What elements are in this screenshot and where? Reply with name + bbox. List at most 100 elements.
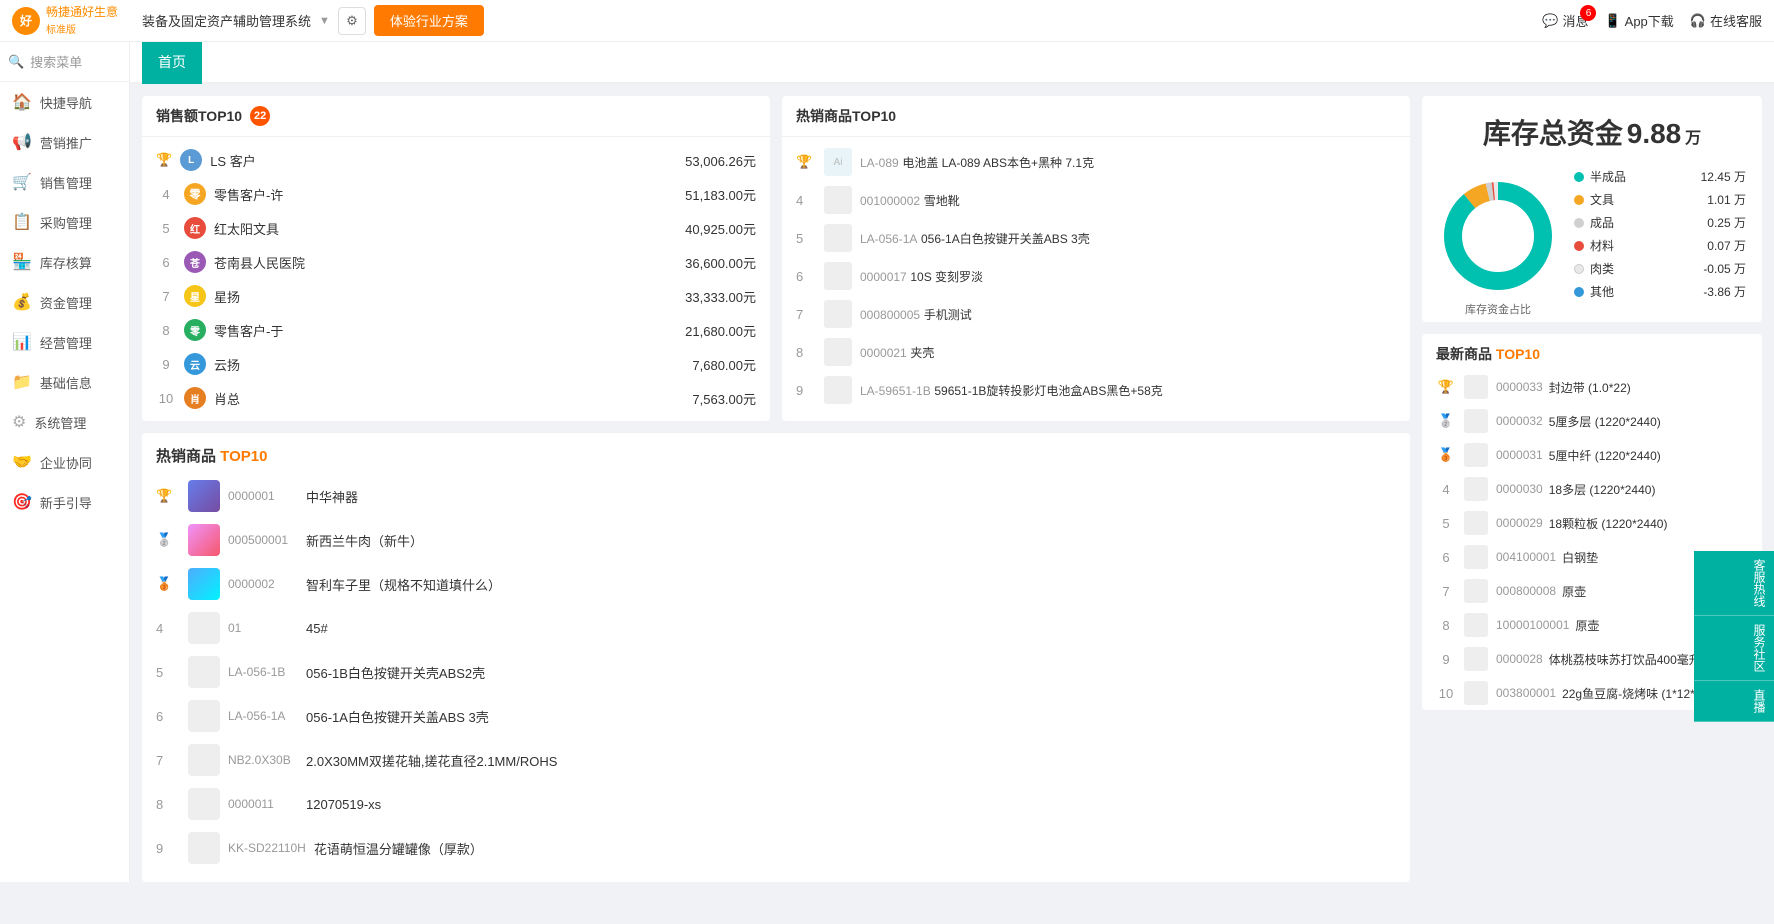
newest-item: 4 0000030 18多层 (1220*2440) (1422, 472, 1762, 506)
product-image (824, 224, 852, 252)
message-button[interactable]: 💬 消息 6 (1542, 11, 1588, 30)
chevron-down-icon[interactable]: ▼ (319, 15, 330, 27)
newest-img (1464, 613, 1488, 637)
sidebar-item-collab[interactable]: 🤝 企业协同 (0, 442, 129, 482)
sidebar-label-purchase: 采购管理 (40, 213, 92, 232)
float-buttons: 客服热线 服务社区 直播 (1694, 551, 1774, 722)
hot-product-image (188, 612, 220, 644)
service-community-button[interactable]: 服务社区 (1694, 616, 1774, 681)
hot-item: 9 KK-SD22110H 花语萌恒温分罐罐像（厚款） (142, 826, 1410, 870)
hot-sold-panel: 热销商品TOP10 🏆 Ai LA-089 电池盖 LA-089 ABS本色+黑… (782, 96, 1410, 421)
sidebar-label-inventory: 库存核算 (40, 253, 92, 272)
newest-img (1464, 409, 1488, 433)
hot-product-image (188, 656, 220, 688)
rank-item: 4 零 零售客户-许 51,183.00元 (142, 177, 770, 211)
customer-sales-header: 销售额TOP10 22 (142, 96, 770, 137)
hot-product-image (188, 524, 220, 556)
rank-item: 8 零 零售客户-于 21,680.00元 (142, 313, 770, 347)
folder-icon: 📁 (12, 372, 32, 392)
megaphone-icon: 📢 (12, 132, 32, 152)
top-panels: 销售额TOP10 22 🏆 L LS 客户 53,006.26元 4 (142, 96, 1410, 421)
legend-dot (1574, 264, 1584, 274)
hot-item: 5 LA-056-1B 056-1B白色按键开关壳ABS2壳 (142, 650, 1410, 694)
system-name: 装备及固定资产辅助管理系统 (142, 11, 311, 30)
sidebar-item-marketing[interactable]: 📢 营销推广 (0, 122, 129, 162)
tab-home[interactable]: 首页 (142, 42, 202, 84)
prod-rank-item: 9 LA-59651-1B 59651-1B旋转投影灯电池盒ABS黑色+58克 (782, 371, 1410, 409)
rank-medal: 零 (184, 183, 206, 205)
rank-item: 9 云 云扬 7,680.00元 (142, 347, 770, 381)
legend-item: 其他 -3.86 万 (1574, 283, 1746, 300)
prod-rank-item: 🏆 Ai LA-089 电池盖 LA-089 ABS本色+黑种 7.1克 (782, 143, 1410, 181)
rank-medal: 云 (184, 353, 206, 375)
prod-rank-item: 7 000800005 手机测试 (782, 295, 1410, 333)
left-panels: 销售额TOP10 22 🏆 L LS 客户 53,006.26元 4 (142, 96, 1410, 882)
newest-item: 🏆 0000033 封边带 (1.0*22) (1422, 370, 1762, 404)
search-menu[interactable]: 🔍 搜索菜单 (0, 42, 129, 82)
product-image (824, 338, 852, 366)
legend-dot (1574, 172, 1584, 182)
app-download-button[interactable]: 📱 App下载 (1604, 11, 1673, 30)
sidebar-item-sales[interactable]: 🛒 销售管理 (0, 162, 129, 202)
chart-icon: 📊 (12, 332, 32, 352)
sidebar-item-purchase[interactable]: 📋 采购管理 (0, 202, 129, 242)
customer-service-button[interactable]: 客服热线 (1694, 551, 1774, 616)
hot-sold-list: 🏆 Ai LA-089 电池盖 LA-089 ABS本色+黑种 7.1克 4 (782, 137, 1410, 415)
newest-item: 5 0000029 18颗粒板 (1220*2440) (1422, 506, 1762, 540)
logo-text: 畅捷通好生意 标准版 (46, 5, 118, 36)
sidebar-label-finance: 资金管理 (40, 293, 92, 312)
phone-icon: 📱 (1604, 13, 1620, 29)
legend-dot (1574, 195, 1584, 205)
newest-img (1464, 647, 1488, 671)
sidebar: 🔍 搜索菜单 🏠 快捷导航 📢 营销推广 🛒 销售管理 📋 采购管理 🏪 库存核… (0, 42, 130, 882)
sidebar-item-basics[interactable]: 📁 基础信息 (0, 362, 129, 402)
sidebar-label-operations: 经营管理 (40, 333, 92, 352)
product-image (824, 262, 852, 290)
sidebar-item-system[interactable]: ⚙ 系统管理 (0, 402, 129, 442)
rank-item: 10 肖 肖总 7,563.00元 (142, 381, 770, 415)
legend-dot (1574, 241, 1584, 251)
legend-list: 半成品 12.45 万 文具 1.01 万 成品 0.25 万 (1574, 168, 1746, 306)
cart-icon: 🛒 (12, 172, 32, 192)
message-icon: 💬 (1542, 13, 1558, 29)
clipboard-icon: 📋 (12, 212, 32, 232)
hot-item: 🏆 0000001 中华神器 (142, 474, 1410, 518)
hot-sold-title: 热销商品TOP10 (796, 106, 896, 126)
sidebar-label-sales: 销售管理 (40, 173, 92, 192)
header-center: 装备及固定资产辅助管理系统 ▼ ⚙ 体验行业方案 (142, 5, 1542, 36)
nav-tabs: 首页 (130, 42, 1774, 84)
sidebar-label-marketing: 营销推广 (40, 133, 92, 152)
customer-sales-title: 销售额TOP10 (156, 106, 242, 126)
newest-img (1464, 545, 1488, 569)
rank-item: 6 苍 苍南县人民医院 36,600.00元 (142, 245, 770, 279)
gear-button[interactable]: ⚙ (338, 7, 366, 35)
hot-product-image (188, 788, 220, 820)
rank-medal: 零 (184, 319, 206, 341)
live-button[interactable]: 直播 (1694, 681, 1774, 722)
hot-product-image (188, 700, 220, 732)
legend-item: 肉类 -0.05 万 (1574, 260, 1746, 277)
sidebar-item-quicknav[interactable]: 🏠 快捷导航 (0, 82, 129, 122)
product-image (824, 376, 852, 404)
logo-icon: 好 (12, 7, 40, 35)
product-image (824, 300, 852, 328)
online-service-button[interactable]: 🎧 在线客服 (1690, 11, 1762, 30)
rank-item: 5 红 红太阳文具 40,925.00元 (142, 211, 770, 245)
newest-img (1464, 511, 1488, 535)
content-area: 销售额TOP10 22 🏆 L LS 客户 53,006.26元 4 (130, 84, 1774, 882)
trial-button[interactable]: 体验行业方案 (374, 5, 484, 36)
legend-dot (1574, 218, 1584, 228)
sidebar-item-finance[interactable]: 💰 资金管理 (0, 282, 129, 322)
newest-item: 🥈 0000032 5厘多层 (1220*2440) (1422, 404, 1762, 438)
customer-rank-list: 🏆 L LS 客户 53,006.26元 4 零 零售客户-许 51,183.0… (142, 137, 770, 421)
rank-item: 🏆 L LS 客户 53,006.26元 (142, 143, 770, 177)
newest-img (1464, 443, 1488, 467)
money-icon: 💰 (12, 292, 32, 312)
hot-item: 🥈 000500001 新西兰牛肉（新牛） (142, 518, 1410, 562)
sidebar-item-operations[interactable]: 📊 经营管理 (0, 322, 129, 362)
donut-chart-svg (1438, 176, 1558, 296)
sidebar-item-guide[interactable]: 🎯 新手引导 (0, 482, 129, 522)
main-content: 首页 销售额TOP10 22 🏆 L LS (130, 42, 1774, 882)
hot-products-panel: 热销商品 TOP10 🏆 0000001 中华神器 🥈 000500001 新西… (142, 433, 1410, 882)
sidebar-item-inventory[interactable]: 🏪 库存核算 (0, 242, 129, 282)
